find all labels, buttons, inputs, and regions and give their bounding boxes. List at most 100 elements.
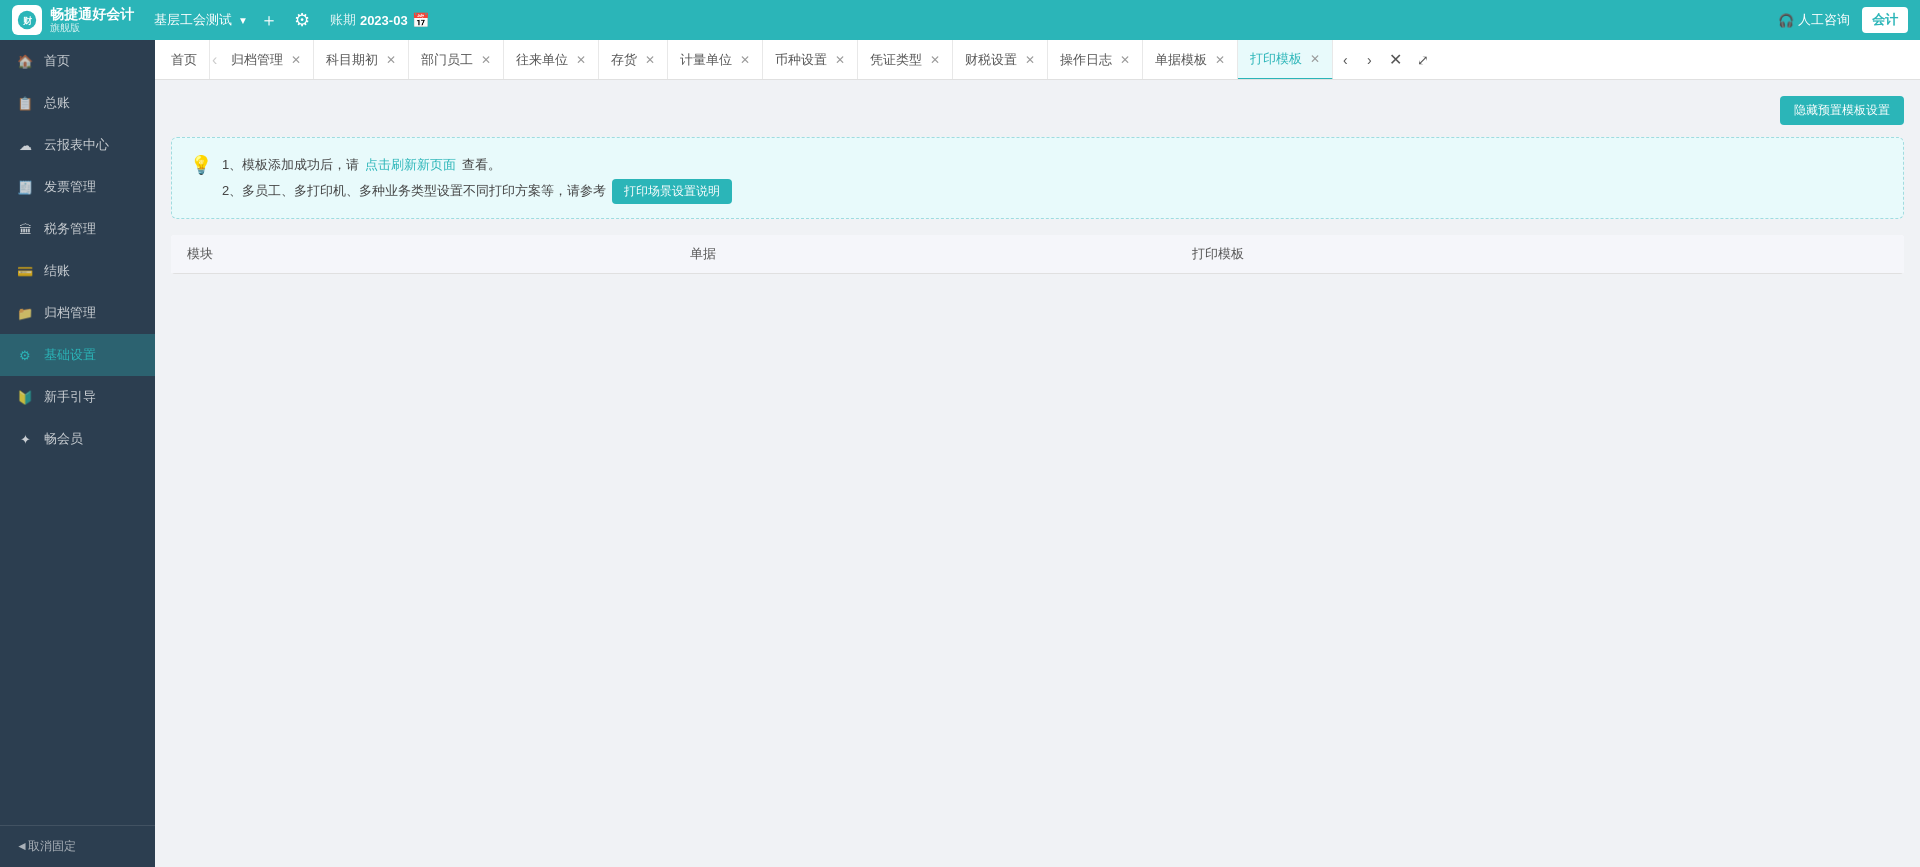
- tab-voucher-close[interactable]: ✕: [930, 53, 940, 67]
- vip-icon: ✦: [16, 430, 34, 448]
- sidebar-unpin-btn[interactable]: ◄取消固定: [0, 825, 155, 867]
- refresh-link[interactable]: 点击刷新新页面: [365, 152, 456, 178]
- tab-bar: 首页 ‹ 归档管理 ✕ 科目期初 ✕ 部门员工 ✕ 往来单位 ✕: [155, 40, 1920, 80]
- notice-text: 1、模板添加成功后，请点击刷新新页面查看。 2、多员工、多打印机、多种业务类型设…: [222, 152, 732, 204]
- sidebar-label-guide: 新手引导: [44, 388, 96, 406]
- page-content: 隐藏预置模板设置 💡 1、模板添加成功后，请点击刷新新页面查看。 2、多员工、多…: [155, 80, 1920, 867]
- col-document: 单据: [674, 235, 1177, 274]
- tab-currency-label: 币种设置: [775, 51, 827, 69]
- company-selector[interactable]: 基层工会测试 ▼: [154, 11, 248, 29]
- logo-main-text: 畅捷通好会计: [50, 6, 134, 23]
- tab-partner-close[interactable]: ✕: [576, 53, 586, 67]
- tab-dept-employee[interactable]: 部门员工 ✕: [409, 40, 504, 80]
- tab-unit[interactable]: 计量单位 ✕: [668, 40, 763, 80]
- tab-home-label: 首页: [171, 51, 197, 69]
- tab-tax-close[interactable]: ✕: [1025, 53, 1035, 67]
- top-actions: ＋ ⚙: [256, 4, 314, 36]
- sidebar-item-invoice[interactable]: 🧾 发票管理: [0, 166, 155, 208]
- kuaiji-button[interactable]: 会计: [1862, 7, 1908, 33]
- invoice-icon: 🧾: [16, 178, 34, 196]
- sidebar-item-guide[interactable]: 🔰 新手引导: [0, 376, 155, 418]
- top-right: 🎧 人工咨询 会计: [1778, 7, 1908, 33]
- ledger-icon: 📋: [16, 94, 34, 112]
- tab-voucher-type[interactable]: 凭证类型 ✕: [858, 40, 953, 80]
- notice-content: 💡 1、模板添加成功后，请点击刷新新页面查看。 2、多员工、多打印机、多种业务类…: [190, 152, 1885, 204]
- archive-icon: 📁: [16, 304, 34, 322]
- logo-sub-text: 旗舰版: [50, 22, 134, 34]
- tab-partner[interactable]: 往来单位 ✕: [504, 40, 599, 80]
- main-area: 🏠 首页 📋 总账 ☁ 云报表中心 🧾 发票管理 🏛 税务管理 💳 结账: [0, 40, 1920, 867]
- sidebar-item-tax[interactable]: 🏛 税务管理: [0, 208, 155, 250]
- checkout-icon: 💳: [16, 262, 34, 280]
- tab-next-btn[interactable]: ›: [1357, 40, 1381, 80]
- customer-service-label: 人工咨询: [1798, 11, 1850, 29]
- tab-subject-period[interactable]: 科目期初 ✕: [314, 40, 409, 80]
- tab-close-all-btn[interactable]: ✕: [1381, 40, 1409, 80]
- tab-archive-label: 归档管理: [231, 51, 283, 69]
- lightbulb-icon: 💡: [190, 154, 212, 204]
- sidebar-label-vip: 畅会员: [44, 430, 83, 448]
- customer-service-btn[interactable]: 🎧 人工咨询: [1778, 11, 1850, 29]
- tab-home[interactable]: 首页: [159, 40, 210, 80]
- notice-line2-prefix: 2、多员工、多打印机、多种业务类型设置不同打印方案等，请参考: [222, 178, 606, 204]
- tab-oplog-close[interactable]: ✕: [1120, 53, 1130, 67]
- tab-tax-setting[interactable]: 财税设置 ✕: [953, 40, 1048, 80]
- sidebar-label-settings: 基础设置: [44, 346, 96, 364]
- table-header-row: 模块 单据 打印模板: [171, 235, 1904, 274]
- tab-print-close[interactable]: ✕: [1310, 52, 1320, 66]
- tab-single-template[interactable]: 单据模板 ✕: [1143, 40, 1238, 80]
- col-module: 模块: [171, 235, 674, 274]
- tab-unit-label: 计量单位: [680, 51, 732, 69]
- print-template-table: 模块 单据 打印模板: [171, 235, 1904, 274]
- sidebar-label-invoice: 发票管理: [44, 178, 96, 196]
- tab-inventory[interactable]: 存货 ✕: [599, 40, 668, 80]
- tab-print-label: 打印模板: [1250, 50, 1302, 68]
- hide-template-button[interactable]: 隐藏预置模板设置: [1780, 96, 1904, 125]
- top-bar: 财 畅捷通好会计 旗舰版 基层工会测试 ▼ ＋ ⚙ 账期 2023-03 📅 🎧…: [0, 0, 1920, 40]
- logo-icon: 财: [12, 5, 42, 35]
- svg-text:财: 财: [22, 16, 33, 26]
- tab-dept-close[interactable]: ✕: [481, 53, 491, 67]
- headset-icon: 🎧: [1778, 13, 1794, 28]
- chevron-down-icon: ▼: [238, 15, 248, 26]
- tab-archive-mgmt[interactable]: 归档管理 ✕: [219, 40, 314, 80]
- tab-subject-close[interactable]: ✕: [386, 53, 396, 67]
- logo-text: 畅捷通好会计 旗舰版: [50, 6, 134, 35]
- logo-area: 财 畅捷通好会计 旗舰版: [12, 5, 134, 35]
- sidebar-item-archive[interactable]: 📁 归档管理: [0, 292, 155, 334]
- tab-prev-btn[interactable]: ‹: [1333, 40, 1357, 80]
- add-tab-button[interactable]: ＋: [256, 4, 282, 36]
- tab-currency[interactable]: 币种设置 ✕: [763, 40, 858, 80]
- period-value: 2023-03: [360, 13, 408, 28]
- notice-line1-suffix: 查看。: [462, 152, 501, 178]
- tax-icon: 🏛: [16, 220, 34, 238]
- tab-inventory-close[interactable]: ✕: [645, 53, 655, 67]
- sidebar-label-home: 首页: [44, 52, 70, 70]
- sidebar-item-checkout[interactable]: 💳 结账: [0, 250, 155, 292]
- notice-line-2: 2、多员工、多打印机、多种业务类型设置不同打印方案等，请参考 打印场景设置说明: [222, 178, 732, 204]
- explain-button[interactable]: 打印场景设置说明: [612, 179, 732, 204]
- sidebar-item-reports[interactable]: ☁ 云报表中心: [0, 124, 155, 166]
- period-info: 账期 2023-03 📅: [330, 11, 429, 29]
- tab-divider: ‹: [210, 51, 219, 69]
- tab-expand-btn[interactable]: ⤢: [1409, 40, 1437, 80]
- tab-single-close[interactable]: ✕: [1215, 53, 1225, 67]
- period-label: 账期: [330, 11, 356, 29]
- sidebar-item-vip[interactable]: ✦ 畅会员: [0, 418, 155, 460]
- tab-print-template[interactable]: 打印模板 ✕: [1238, 40, 1333, 80]
- sidebar-item-ledger[interactable]: 📋 总账: [0, 82, 155, 124]
- tab-unit-close[interactable]: ✕: [740, 53, 750, 67]
- settings-button[interactable]: ⚙: [290, 5, 314, 35]
- tab-operation-log[interactable]: 操作日志 ✕: [1048, 40, 1143, 80]
- company-name: 基层工会测试: [154, 11, 232, 29]
- unpin-label: ◄取消固定: [16, 838, 76, 855]
- tab-single-label: 单据模板: [1155, 51, 1207, 69]
- sidebar-item-settings[interactable]: ⚙ 基础设置: [0, 334, 155, 376]
- sidebar-item-home[interactable]: 🏠 首页: [0, 40, 155, 82]
- settings-sidebar-icon: ⚙: [16, 346, 34, 364]
- sidebar-label-tax: 税务管理: [44, 220, 96, 238]
- tab-currency-close[interactable]: ✕: [835, 53, 845, 67]
- calendar-icon[interactable]: 📅: [412, 12, 429, 28]
- tab-archive-close[interactable]: ✕: [291, 53, 301, 67]
- tab-partner-label: 往来单位: [516, 51, 568, 69]
